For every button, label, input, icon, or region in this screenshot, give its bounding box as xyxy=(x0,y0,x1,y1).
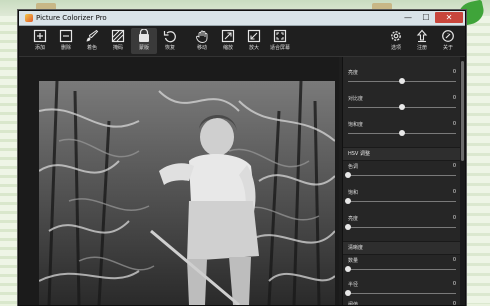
move-button[interactable]: 移动 xyxy=(189,28,215,54)
restore-label: 恢复 xyxy=(164,45,175,51)
panel-scrollbar[interactable] xyxy=(460,57,465,305)
slider-label: 饱和度 xyxy=(348,122,364,128)
minimize-button[interactable]: — xyxy=(399,12,417,23)
add-label: 添加 xyxy=(34,45,45,51)
slider-track[interactable] xyxy=(348,293,456,294)
slider-label: 亮度 xyxy=(348,70,359,76)
info-icon xyxy=(442,30,454,42)
scroll-thumb[interactable] xyxy=(461,61,464,161)
hue-slider[interactable]: 色调 0 xyxy=(345,161,456,183)
slider-value: 0 xyxy=(452,215,456,221)
desktop-border-left xyxy=(0,16,18,304)
move-label: 移动 xyxy=(196,45,207,51)
slider-knob[interactable] xyxy=(399,130,405,136)
undo-icon xyxy=(163,31,176,43)
register-label: 注册 xyxy=(416,45,427,51)
hand-icon xyxy=(196,30,208,43)
upload-icon xyxy=(416,29,428,43)
enlarge-label: 放大 xyxy=(248,45,259,51)
enlarge-button[interactable]: 放大 xyxy=(241,28,267,54)
slider-value: 0 xyxy=(452,121,456,127)
options-label: 选项 xyxy=(390,45,401,51)
matte-button[interactable]: 蒙版 xyxy=(131,28,157,54)
fit-screen-button[interactable]: 适合屏幕 xyxy=(267,28,293,54)
fit-screen-icon xyxy=(273,29,287,43)
slider-value: 0 xyxy=(452,257,456,263)
zoom-in-icon xyxy=(221,29,235,43)
minus-square-icon xyxy=(59,29,73,43)
slider-knob[interactable] xyxy=(399,104,405,110)
fit-screen-label: 适合屏幕 xyxy=(269,45,290,51)
maximize-button[interactable]: ☐ xyxy=(417,12,435,23)
slider-label: 对比度 xyxy=(348,96,364,102)
slider-value: 0 xyxy=(452,69,456,75)
radius-slider[interactable]: 半径 0 xyxy=(345,279,456,301)
slider-knob[interactable] xyxy=(345,172,351,178)
slider-knob[interactable] xyxy=(345,266,351,272)
options-button[interactable]: 选项 xyxy=(383,28,409,54)
slider-label: 阈值 xyxy=(348,302,359,305)
close-button[interactable]: ✕ xyxy=(435,12,463,23)
mask-button[interactable]: 掩码 xyxy=(105,28,131,54)
add-button[interactable]: 添加 xyxy=(27,28,53,54)
hsv-section-header[interactable]: HSV 调整 xyxy=(343,147,460,161)
zoom-out-icon xyxy=(247,29,261,43)
zoom-button[interactable]: 缩放 xyxy=(215,28,241,54)
restore-button[interactable]: 恢复 xyxy=(157,28,183,54)
register-button[interactable]: 注册 xyxy=(409,28,435,54)
window-title: Picture Colorizer Pro xyxy=(36,14,107,22)
slider-label: 色调 xyxy=(348,164,359,170)
desktop-border-right xyxy=(462,16,490,304)
slider-knob[interactable] xyxy=(345,198,351,204)
amount-slider[interactable]: 数量 0 xyxy=(345,255,456,277)
slider-knob[interactable] xyxy=(399,78,405,84)
section-title: HSV 调整 xyxy=(348,151,370,157)
slider-knob[interactable] xyxy=(345,224,351,230)
brightness-slider[interactable]: 亮度 0 xyxy=(348,67,456,89)
slider-track[interactable] xyxy=(348,227,456,228)
zoom-label: 缩放 xyxy=(222,45,233,51)
photo-canvas[interactable] xyxy=(39,81,335,305)
black-and-white-photo xyxy=(39,81,335,305)
slider-label: 亮度 xyxy=(348,216,359,222)
section-title: 清晰度 xyxy=(348,245,364,251)
slider-label: 半径 xyxy=(348,282,359,288)
delete-label: 删除 xyxy=(60,45,71,51)
slider-value: 0 xyxy=(452,301,456,305)
slider-track[interactable] xyxy=(348,201,456,202)
slider-value: 0 xyxy=(452,281,456,287)
slider-track[interactable] xyxy=(348,269,456,270)
plus-square-icon xyxy=(33,29,47,43)
toolbar: 添加 删除 着色 掩码 蒙版 恢复 移动 缩放 放大 适合屏幕 选项 注册 关于 xyxy=(19,26,465,57)
bucket-icon xyxy=(139,29,149,42)
about-label: 关于 xyxy=(442,45,453,51)
slider-knob[interactable] xyxy=(345,290,351,296)
slider-value: 0 xyxy=(452,95,456,101)
contrast-slider[interactable]: 对比度 0 xyxy=(348,93,456,115)
slider-value: 0 xyxy=(452,163,456,169)
mask-icon xyxy=(111,29,125,43)
canvas-area[interactable] xyxy=(19,57,339,305)
colorize-label: 着色 xyxy=(86,45,97,51)
threshold-slider[interactable]: 阈值 0 xyxy=(348,299,456,305)
app-window: Picture Colorizer Pro — ☐ ✕ 添加 删除 着色 掩码 … xyxy=(18,10,466,306)
slider-label: 饱和 xyxy=(348,190,359,196)
about-button[interactable]: 关于 xyxy=(435,28,461,54)
hsv-value-slider[interactable]: 亮度 0 xyxy=(345,213,456,235)
matte-label: 蒙版 xyxy=(138,45,149,51)
mask-label: 掩码 xyxy=(112,45,123,51)
slider-track[interactable] xyxy=(348,175,456,176)
app-icon xyxy=(25,14,33,22)
adjustment-panel: 亮度 0 对比度 0 饱和度 0 HSV 调整 色调 0 饱和 0 亮度 0 清… xyxy=(342,57,465,305)
title-bar[interactable]: Picture Colorizer Pro — ☐ ✕ xyxy=(19,11,465,26)
colorize-button[interactable]: 着色 xyxy=(79,28,105,54)
gear-icon xyxy=(391,31,401,41)
sharpness-section-header[interactable]: 清晰度 xyxy=(343,241,460,255)
saturation-slider[interactable]: 饱和度 0 xyxy=(348,119,456,141)
delete-button[interactable]: 删除 xyxy=(53,28,79,54)
slider-label: 数量 xyxy=(348,258,359,264)
slider-value: 0 xyxy=(452,189,456,195)
brush-icon xyxy=(86,29,99,42)
hsv-saturation-slider[interactable]: 饱和 0 xyxy=(345,187,456,209)
